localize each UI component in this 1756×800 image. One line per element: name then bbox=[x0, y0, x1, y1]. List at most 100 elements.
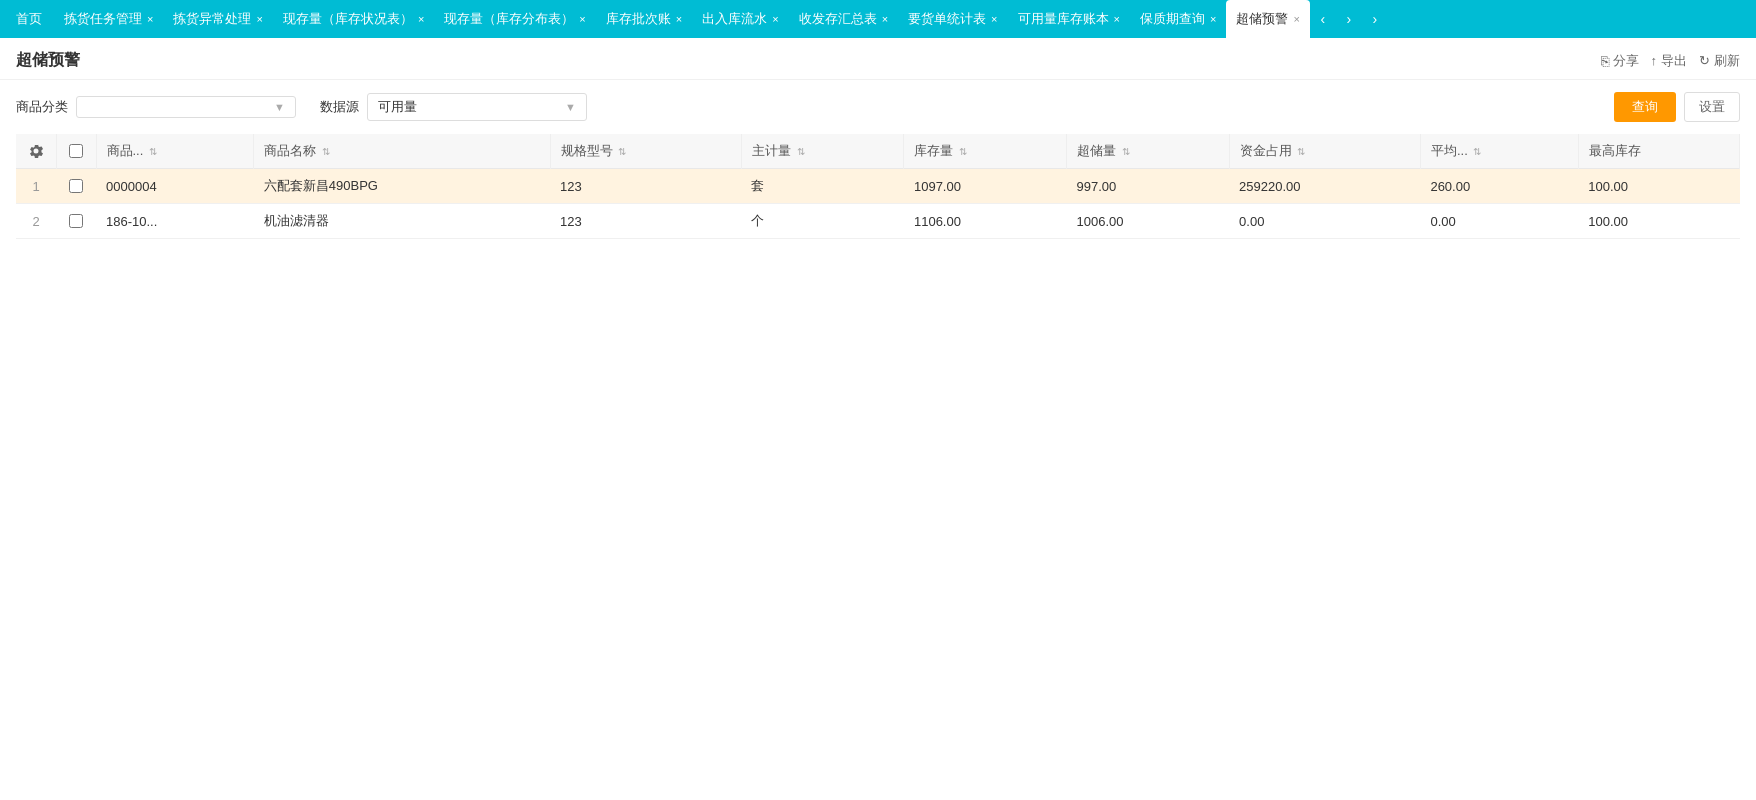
table-row: 1 0000004 六配套新昌490BPG 123 套 1097.00 997.… bbox=[16, 169, 1740, 204]
select-all-checkbox[interactable] bbox=[69, 144, 83, 158]
close-icon[interactable]: × bbox=[991, 13, 997, 25]
sort-icon: ⇅ bbox=[322, 146, 330, 157]
close-icon[interactable]: × bbox=[772, 13, 778, 25]
nav-tab-7[interactable]: 要货单统计表 × bbox=[898, 0, 1007, 38]
close-icon[interactable]: × bbox=[579, 13, 585, 25]
category-label: 商品分类 bbox=[16, 98, 68, 116]
share-icon: ⎘ bbox=[1601, 53, 1609, 69]
nav-tab-1[interactable]: 拣货异常处理 × bbox=[163, 0, 272, 38]
chevron-down-icon: ▼ bbox=[565, 101, 576, 113]
col-avg[interactable]: 平均... ⇅ bbox=[1420, 134, 1578, 169]
datasource-select-value: 可用量 bbox=[378, 98, 559, 116]
nav-tab-10[interactable]: 超储预警 × bbox=[1226, 0, 1309, 38]
nav-tab-6[interactable]: 收发存汇总表 × bbox=[789, 0, 898, 38]
gear-icon[interactable] bbox=[28, 143, 44, 159]
cell-capital: 259220.00 bbox=[1229, 169, 1420, 204]
close-icon[interactable]: × bbox=[1114, 13, 1120, 25]
query-button[interactable]: 查询 bbox=[1614, 92, 1676, 122]
close-icon[interactable]: × bbox=[256, 13, 262, 25]
col-gear[interactable] bbox=[16, 134, 56, 169]
table-body: 1 0000004 六配套新昌490BPG 123 套 1097.00 997.… bbox=[16, 169, 1740, 239]
nav-tab-4[interactable]: 库存批次账 × bbox=[596, 0, 692, 38]
cell-product-name: 机油滤清器 bbox=[254, 204, 550, 239]
cell-max-stock: 100.00 bbox=[1578, 169, 1739, 204]
data-table: 商品... ⇅ 商品名称 ⇅ 规格型号 ⇅ 主计量 ⇅ bbox=[16, 134, 1740, 239]
row-checkbox[interactable] bbox=[69, 179, 83, 193]
share-button[interactable]: ⎘ 分享 bbox=[1601, 52, 1639, 70]
col-overflow[interactable]: 超储量 ⇅ bbox=[1067, 134, 1230, 169]
table-container: 商品... ⇅ 商品名称 ⇅ 规格型号 ⇅ 主计量 ⇅ bbox=[0, 134, 1756, 239]
cell-max-stock: 100.00 bbox=[1578, 204, 1739, 239]
sort-icon: ⇅ bbox=[1297, 146, 1305, 157]
nav-tab-8[interactable]: 可用量库存账本 × bbox=[1008, 0, 1130, 38]
filter-row: 商品分类 ▼ 数据源 可用量 ▼ 查询 设置 bbox=[0, 80, 1756, 134]
nav-home[interactable]: 首页 bbox=[4, 0, 54, 38]
col-product-code[interactable]: 商品... ⇅ bbox=[96, 134, 254, 169]
nav-tab-2[interactable]: 现存量（库存状况表） × bbox=[273, 0, 434, 38]
sort-icon: ⇅ bbox=[618, 146, 626, 157]
action-buttons: 查询 设置 bbox=[1614, 92, 1740, 122]
refresh-button[interactable]: ↻ 刷新 bbox=[1699, 52, 1740, 70]
sort-icon: ⇅ bbox=[1122, 146, 1130, 157]
refresh-icon: ↻ bbox=[1699, 53, 1710, 68]
sort-icon: ⇅ bbox=[1473, 146, 1481, 157]
nav-tab-5[interactable]: 出入库流水 × bbox=[692, 0, 788, 38]
nav-expand-arrow[interactable]: › bbox=[1362, 0, 1388, 38]
cell-unit: 个 bbox=[741, 204, 904, 239]
close-icon[interactable]: × bbox=[676, 13, 682, 25]
cell-stock: 1106.00 bbox=[904, 204, 1067, 239]
nav-prev-arrow[interactable]: ‹ bbox=[1310, 0, 1336, 38]
nav-tab-0[interactable]: 拣货任务管理 × bbox=[54, 0, 163, 38]
close-icon[interactable]: × bbox=[418, 13, 424, 25]
col-stock[interactable]: 库存量 ⇅ bbox=[904, 134, 1067, 169]
table-row: 2 186-10... 机油滤清器 123 个 1106.00 1006.00 … bbox=[16, 204, 1740, 239]
cell-unit: 套 bbox=[741, 169, 904, 204]
cell-product-code: 0000004 bbox=[96, 169, 254, 204]
cell-seq: 1 bbox=[16, 169, 56, 204]
cell-spec: 123 bbox=[550, 169, 741, 204]
cell-seq: 2 bbox=[16, 204, 56, 239]
cell-product-code: 186-10... bbox=[96, 204, 254, 239]
nav-next-arrow[interactable]: › bbox=[1336, 0, 1362, 38]
close-icon[interactable]: × bbox=[882, 13, 888, 25]
page-content: 超储预警 ⎘ 分享 ↑ 导出 ↻ 刷新 商品分类 ▼ 数据源 bbox=[0, 38, 1756, 800]
cell-capital: 0.00 bbox=[1229, 204, 1420, 239]
datasource-filter: 数据源 可用量 ▼ bbox=[320, 93, 587, 121]
chevron-down-icon: ▼ bbox=[274, 101, 285, 113]
nav-tab-3[interactable]: 现存量（库存分布表） × bbox=[434, 0, 595, 38]
col-product-name[interactable]: 商品名称 ⇅ bbox=[254, 134, 550, 169]
cell-avg: 260.00 bbox=[1420, 169, 1578, 204]
col-spec[interactable]: 规格型号 ⇅ bbox=[550, 134, 741, 169]
col-max-stock[interactable]: 最高库存 bbox=[1578, 134, 1739, 169]
header-actions: ⎘ 分享 ↑ 导出 ↻ 刷新 bbox=[1601, 52, 1741, 70]
category-filter: 商品分类 ▼ bbox=[16, 96, 296, 118]
export-icon: ↑ bbox=[1651, 53, 1658, 68]
col-capital[interactable]: 资金占用 ⇅ bbox=[1229, 134, 1420, 169]
cell-spec: 123 bbox=[550, 204, 741, 239]
table-header-row: 商品... ⇅ 商品名称 ⇅ 规格型号 ⇅ 主计量 ⇅ bbox=[16, 134, 1740, 169]
sort-icon: ⇅ bbox=[797, 146, 805, 157]
datasource-label: 数据源 bbox=[320, 98, 359, 116]
cell-checkbox[interactable] bbox=[56, 169, 96, 204]
category-select[interactable]: ▼ bbox=[76, 96, 296, 118]
cell-overflow: 997.00 bbox=[1067, 169, 1230, 204]
nav-bar: 首页 拣货任务管理 × 拣货异常处理 × 现存量（库存状况表） × 现存量（库存… bbox=[0, 0, 1756, 38]
cell-stock: 1097.00 bbox=[904, 169, 1067, 204]
settings-button[interactable]: 设置 bbox=[1684, 92, 1740, 122]
cell-checkbox[interactable] bbox=[56, 204, 96, 239]
datasource-select[interactable]: 可用量 ▼ bbox=[367, 93, 587, 121]
cell-product-name: 六配套新昌490BPG bbox=[254, 169, 550, 204]
col-checkbox[interactable] bbox=[56, 134, 96, 169]
cell-overflow: 1006.00 bbox=[1067, 204, 1230, 239]
nav-tab-9[interactable]: 保质期查询 × bbox=[1130, 0, 1226, 38]
sort-icon: ⇅ bbox=[149, 146, 157, 157]
close-icon[interactable]: × bbox=[147, 13, 153, 25]
col-unit[interactable]: 主计量 ⇅ bbox=[741, 134, 904, 169]
sort-icon: ⇅ bbox=[959, 146, 967, 157]
close-icon[interactable]: × bbox=[1210, 13, 1216, 25]
row-checkbox[interactable] bbox=[69, 214, 83, 228]
export-button[interactable]: ↑ 导出 bbox=[1651, 52, 1688, 70]
page-header: 超储预警 ⎘ 分享 ↑ 导出 ↻ 刷新 bbox=[0, 38, 1756, 80]
close-icon[interactable]: × bbox=[1293, 13, 1299, 25]
cell-avg: 0.00 bbox=[1420, 204, 1578, 239]
